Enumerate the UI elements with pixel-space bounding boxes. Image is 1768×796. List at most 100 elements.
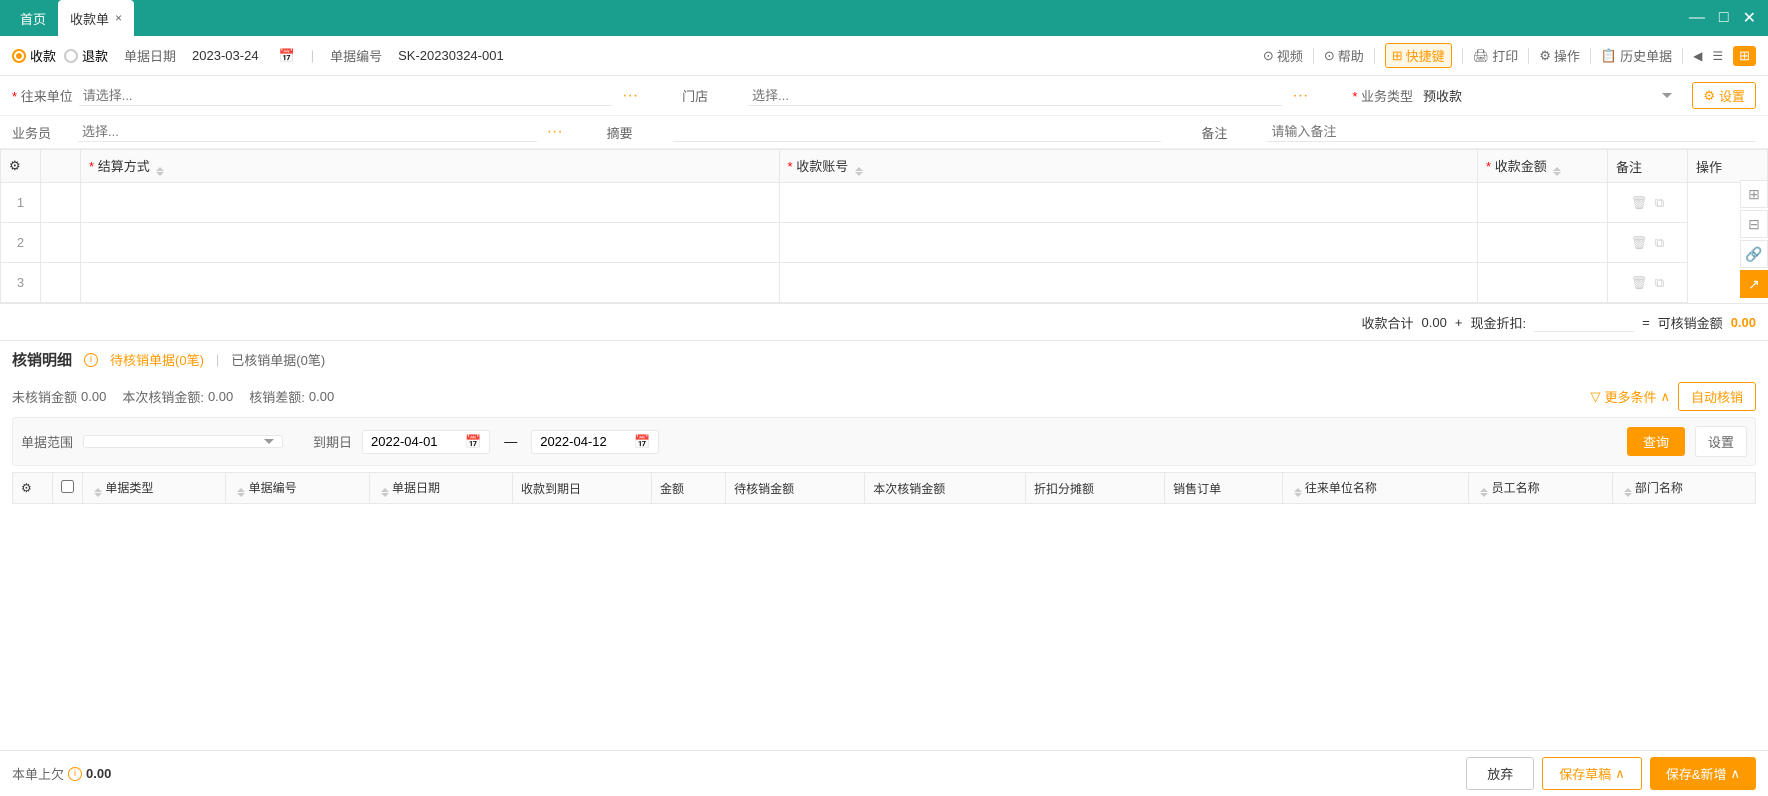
done-tab[interactable]: 已核销单据(0笔) (231, 350, 325, 369)
cell-note-3[interactable] (1478, 263, 1608, 303)
pending-tab[interactable]: 待核销单据(0笔) (110, 350, 204, 369)
range-settings-button[interactable]: 设置 (1695, 426, 1747, 457)
save-new-button[interactable]: 保存&新增 ∧ (1650, 757, 1756, 790)
bt-th-doc-num[interactable]: 单据编号 (226, 473, 369, 504)
staff-input[interactable] (78, 122, 537, 142)
bt-th-party-name[interactable]: 往来单位名称 (1282, 473, 1469, 504)
settings-button[interactable]: ⚙ 设置 (1692, 82, 1756, 109)
abandon-button[interactable]: 放弃 (1466, 757, 1534, 790)
date-to-input[interactable] (540, 434, 630, 449)
select-all-checkbox[interactable] (61, 480, 74, 493)
bt-th-pending-verify[interactable]: 待核销金额 (726, 473, 865, 504)
bt-th-gear[interactable]: ⚙ (13, 473, 53, 504)
cell-settle-2[interactable] (41, 223, 81, 263)
shortcut-action[interactable]: ⊞ 快捷键 (1385, 43, 1452, 68)
bt-th-doc-type[interactable]: 单据类型 (83, 473, 226, 504)
party-input[interactable] (79, 86, 612, 106)
net-label: 可核销金额 (1658, 313, 1723, 332)
video-action[interactable]: ⊙ 视频 (1263, 46, 1303, 65)
window-close-icon[interactable]: ✕ (1739, 4, 1760, 32)
close-tab-button[interactable]: × (115, 11, 122, 25)
nav-prev[interactable]: ◀ (1693, 49, 1702, 63)
divider6 (1682, 48, 1683, 64)
delete-icon-2[interactable]: 🗑 (1631, 235, 1648, 250)
cell-account-2[interactable] (81, 223, 780, 263)
calendar-from-icon[interactable]: 📅 (465, 434, 481, 450)
th-note[interactable]: 备注 (1608, 150, 1688, 183)
cell-note-2[interactable] (1478, 223, 1608, 263)
restore-icon[interactable]: □ (1715, 5, 1733, 31)
copy-icon-1[interactable]: ⧉ (1655, 195, 1664, 210)
help-action[interactable]: ⊙ 帮助 (1324, 46, 1364, 65)
verify-info-icon[interactable]: i (84, 353, 98, 367)
current-label: 本单上欠 (12, 764, 64, 783)
calendar-icon[interactable]: 📅 (279, 48, 295, 64)
cell-note-1[interactable] (1478, 183, 1608, 223)
store-input[interactable] (748, 86, 1282, 106)
th-amount[interactable]: * 收款金额 (1478, 150, 1608, 183)
footer-info-icon[interactable]: i (68, 767, 82, 781)
note-input[interactable] (1267, 122, 1756, 142)
cell-amount-1[interactable] (779, 183, 1478, 223)
biz-type-dropdown-icon[interactable] (1662, 93, 1672, 98)
nav-tab-active[interactable]: 收款单 × (58, 0, 134, 36)
bt-th-current-verify[interactable]: 本次核销金额 (865, 473, 1026, 504)
top-nav: 首页 收款单 × — □ ✕ (0, 0, 1768, 36)
bt-th-discount[interactable]: 折扣分摊额 (1026, 473, 1165, 504)
right-tool-link[interactable]: 🔗 (1740, 240, 1768, 268)
copy-icon-2[interactable]: ⧉ (1655, 235, 1664, 250)
cell-account-3[interactable] (81, 263, 780, 303)
history-action[interactable]: 📋 历史单据 (1601, 46, 1672, 65)
items-table-wrap: ⚙ * 结算方式 * 收款账号 * 收款金额 (0, 149, 1768, 304)
more-conditions-btn[interactable]: ▽ 更多条件 ∧ (1590, 387, 1670, 406)
cell-amount-2[interactable] (779, 223, 1478, 263)
bt-th-amount[interactable]: 金额 (652, 473, 726, 504)
bt-th-due-date[interactable]: 收款到期日 (512, 473, 651, 504)
date-from-input[interactable] (371, 434, 461, 449)
bt-th-dept-name[interactable]: 部门名称 (1612, 473, 1755, 504)
range-select[interactable] (83, 435, 283, 448)
bt-th-check[interactable] (53, 473, 83, 504)
copy-icon-3[interactable]: ⧉ (1655, 275, 1664, 290)
cell-account-1[interactable] (81, 183, 780, 223)
staff-more-btn[interactable]: ··· (543, 123, 567, 141)
save-new-arrow[interactable]: ∧ (1730, 766, 1740, 782)
bt-th-doc-date[interactable]: 单据日期 (369, 473, 512, 504)
print-action[interactable]: 🖨 打印 (1473, 46, 1519, 65)
th-account[interactable]: * 收款账号 (779, 150, 1478, 183)
cell-settle-1[interactable] (41, 183, 81, 223)
abstract-input[interactable] (673, 122, 1162, 142)
ops-label: 操作 (1554, 46, 1580, 65)
ops-action[interactable]: ⚙ 操作 (1539, 46, 1580, 65)
right-tool-table[interactable]: ⊟ (1740, 210, 1768, 238)
th-gear[interactable]: ⚙ (1, 150, 41, 183)
bt-th-sales-order[interactable]: 销售订单 (1165, 473, 1282, 504)
nav-home[interactable]: 首页 (8, 0, 58, 36)
right-tool-expand[interactable]: ↗ (1740, 270, 1768, 298)
calendar-to-icon[interactable]: 📅 (634, 434, 650, 450)
auto-verify-button[interactable]: 自动核销 (1678, 382, 1756, 411)
date-to-wrap: 📅 (531, 430, 659, 454)
store-field: 门店 ··· (682, 86, 1312, 106)
query-button[interactable]: 查询 (1627, 427, 1685, 456)
minimize-icon[interactable]: — (1685, 5, 1709, 31)
save-draft-button[interactable]: 保存草稿 ∧ (1542, 757, 1642, 790)
right-tool-grid[interactable]: ⊞ (1740, 180, 1768, 208)
bt-th-staff-name[interactable]: 员工名称 (1469, 473, 1612, 504)
th-settle[interactable]: * 结算方式 (81, 150, 780, 183)
discount-input[interactable] (1534, 312, 1634, 332)
save-draft-arrow[interactable]: ∧ (1615, 766, 1625, 782)
radio-tuiquan[interactable]: 退款 (64, 46, 108, 65)
party-more-btn[interactable]: ··· (618, 87, 642, 105)
divider1 (1313, 48, 1314, 64)
cell-settle-3[interactable] (41, 263, 81, 303)
store-more-btn[interactable]: ··· (1288, 87, 1312, 105)
delete-icon-3[interactable]: 🗑 (1631, 275, 1648, 290)
table-row: 3 🗑 ⧉ (1, 263, 1768, 303)
total-value: 0.00 (1422, 315, 1447, 330)
cell-amount-3[interactable] (779, 263, 1478, 303)
nav-grid[interactable]: ⊞ (1733, 46, 1756, 66)
nav-list[interactable]: ☰ (1712, 49, 1723, 63)
radio-shouquan[interactable]: 收款 (12, 46, 56, 65)
delete-icon-1[interactable]: 🗑 (1631, 195, 1648, 210)
